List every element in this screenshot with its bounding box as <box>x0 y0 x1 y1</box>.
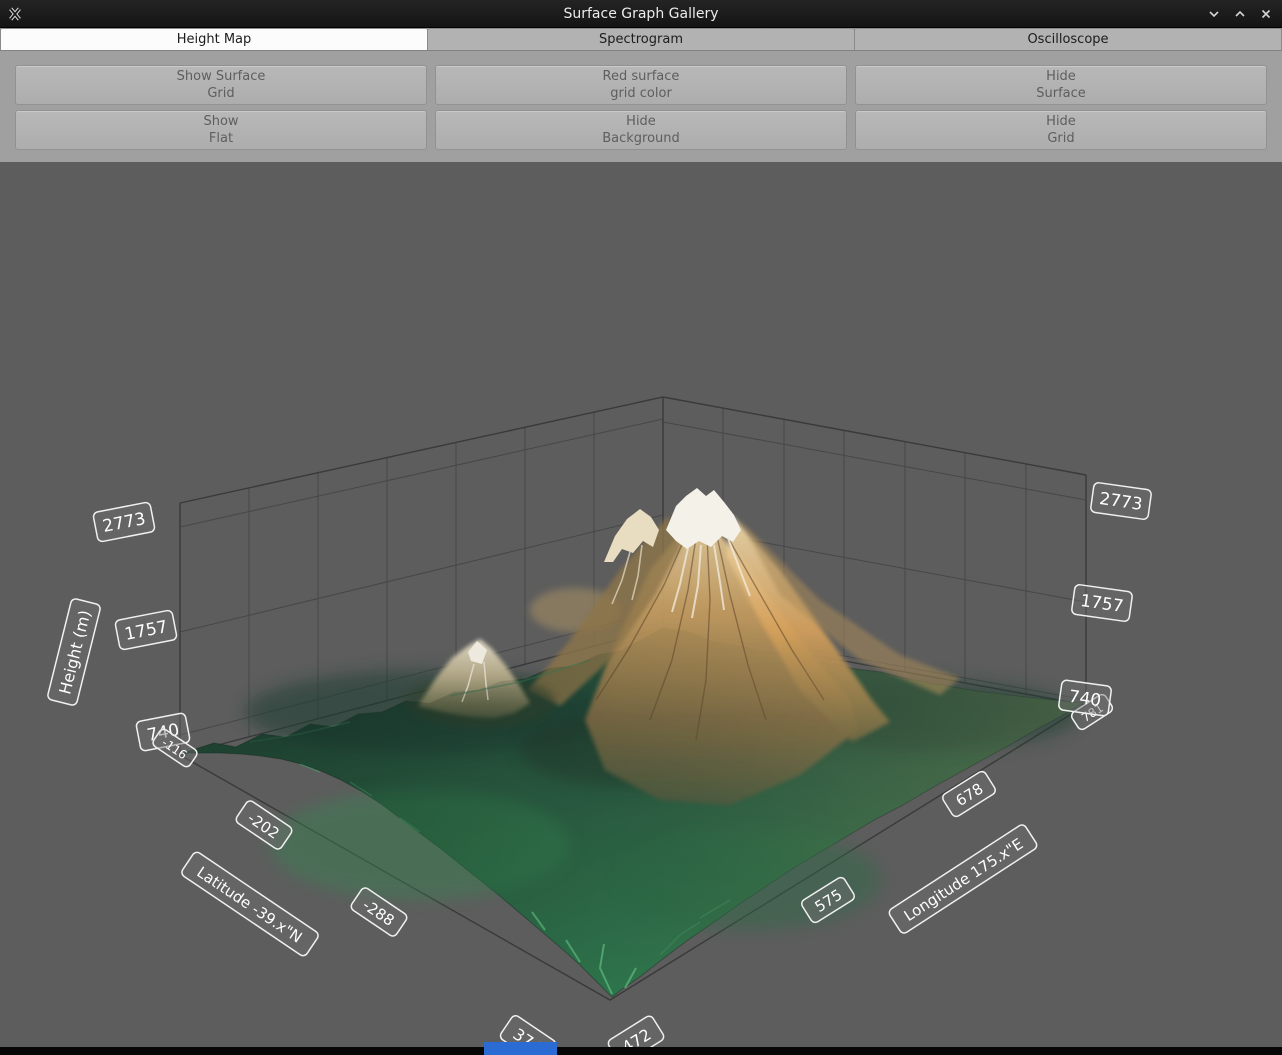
button-hide-grid[interactable]: Hide Grid <box>855 110 1267 150</box>
toolbar: Show Surface Grid Red surface grid color… <box>0 51 1282 162</box>
button-label-line: Hide <box>856 113 1266 130</box>
tab-height-map[interactable]: Height Map <box>0 28 428 50</box>
bottom-bar <box>0 1047 1282 1055</box>
button-label-line: Red surface <box>436 68 846 85</box>
button-show-surface-grid[interactable]: Show Surface Grid <box>15 65 427 105</box>
button-hide-surface[interactable]: Hide Surface <box>855 65 1267 105</box>
button-label-line: Background <box>436 130 846 147</box>
button-label-line: Show Surface <box>16 68 426 85</box>
button-label-line: Grid <box>856 130 1266 147</box>
tab-bar: Height Map Spectrogram Oscilloscope <box>0 28 1282 51</box>
taskbar-item[interactable] <box>484 1042 557 1055</box>
button-label-line: Show <box>16 113 426 130</box>
axis-label: 740 <box>1058 680 1112 717</box>
surface-plot[interactable]: 27731757740Height (m)-116-202-288Latitud… <box>0 162 1282 1047</box>
button-hide-background[interactable]: Hide Background <box>435 110 847 150</box>
chevron-down-icon <box>1208 8 1220 20</box>
tab-oscilloscope[interactable]: Oscilloscope <box>855 28 1282 50</box>
close-button[interactable] <box>1256 4 1276 24</box>
button-label-line: Grid <box>16 85 426 102</box>
shade-button[interactable] <box>1204 4 1224 24</box>
button-label-line: grid color <box>436 85 846 102</box>
button-show-flat[interactable]: Show Flat <box>15 110 427 150</box>
chevron-up-icon <box>1234 8 1246 20</box>
button-label-line: Hide <box>436 113 846 130</box>
button-label-line: Surface <box>856 85 1266 102</box>
titlebar[interactable]: Surface Graph Gallery <box>0 0 1282 28</box>
window-title: Surface Graph Gallery <box>0 0 1282 28</box>
button-label-line: Hide <box>856 68 1266 85</box>
tab-spectrogram[interactable]: Spectrogram <box>428 28 855 50</box>
window-root: { "window": { "title": "Surface Graph Ga… <box>0 0 1282 1055</box>
close-icon <box>1260 8 1272 20</box>
button-red-surface-grid-color[interactable]: Red surface grid color <box>435 65 847 105</box>
button-label-line: Flat <box>16 130 426 147</box>
maximize-button[interactable] <box>1230 4 1250 24</box>
